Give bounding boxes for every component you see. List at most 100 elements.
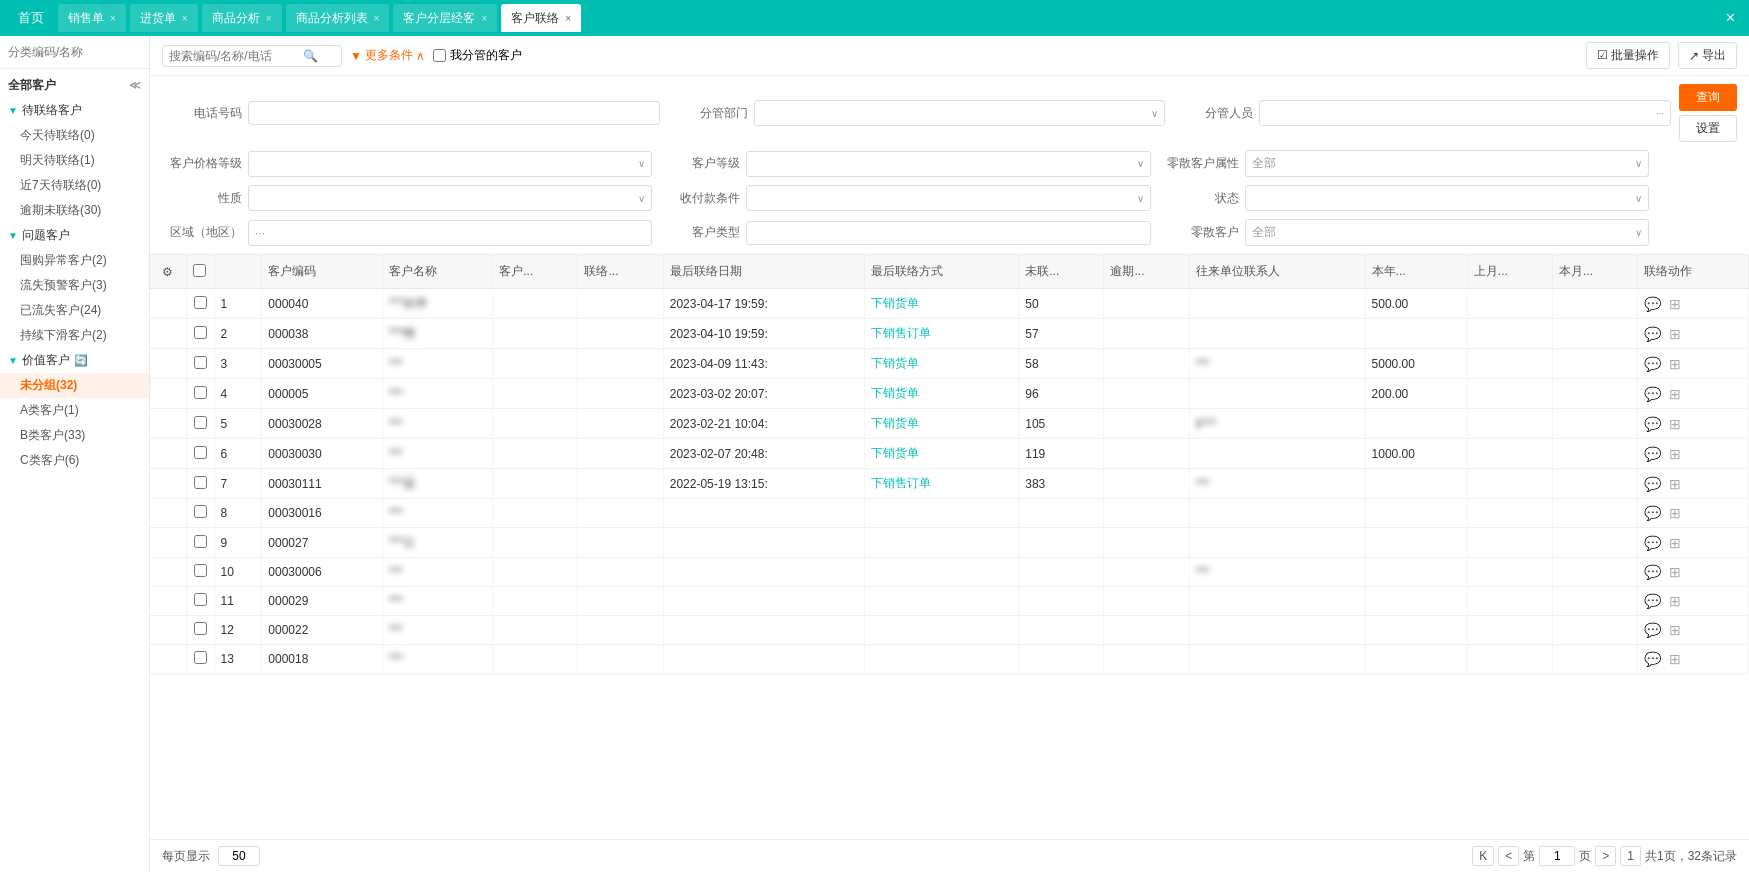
filter-dept-select[interactable]: ∨ — [754, 100, 1166, 126]
current-page-input[interactable] — [1539, 846, 1575, 866]
reset-button[interactable]: 设置 — [1679, 115, 1737, 142]
checkbox-cell[interactable] — [186, 558, 214, 587]
sidebar-item-tomorrow-pending[interactable]: 明天待联络(1) — [0, 148, 149, 173]
row-checkbox[interactable] — [194, 296, 207, 309]
last-contact-type-column-header[interactable]: 最后联络方式 — [865, 255, 1019, 289]
row-checkbox[interactable] — [194, 386, 207, 399]
sidebar-item-abnormal-customers[interactable]: 囤购异常客户(2) — [0, 248, 149, 273]
close-window-button[interactable]: × — [1720, 9, 1741, 27]
code-column-header[interactable]: 客户编码 — [262, 255, 382, 289]
sidebar-group-problem[interactable]: ▼ 问题客户 — [0, 223, 149, 248]
last-contact-type-cell[interactable]: 下销货单 — [865, 289, 1019, 319]
sidebar-item-today-pending[interactable]: 今天待联络(0) — [0, 123, 149, 148]
filter-payment-select[interactable]: ∨ — [746, 185, 1150, 211]
close-sales-tab[interactable]: × — [110, 13, 116, 24]
sidebar-item-declining[interactable]: 持续下滑客户(2) — [0, 323, 149, 348]
first-page-button[interactable]: K — [1472, 846, 1494, 866]
grid-icon[interactable]: ⊞ — [1669, 593, 1681, 609]
last-contact-type-cell[interactable] — [865, 645, 1019, 674]
last-month-column-header[interactable]: 上月... — [1467, 255, 1552, 289]
tab-analysis-list[interactable]: 商品分析列表 × — [286, 4, 390, 32]
last-contact-type-cell[interactable]: 下销货单 — [865, 409, 1019, 439]
grid-icon[interactable]: ⊞ — [1669, 326, 1681, 342]
contact-type-link[interactable]: 下销货单 — [871, 356, 919, 370]
comment-icon[interactable]: 💬 — [1644, 651, 1661, 667]
batch-op-button[interactable]: ☑ 批量操作 — [1586, 42, 1670, 69]
last-page-button[interactable]: 1 — [1620, 846, 1641, 866]
close-customer-contact-tab[interactable]: × — [565, 13, 571, 24]
no-contact-column-header[interactable]: 未联... — [1019, 255, 1104, 289]
last-contact-type-cell[interactable]: 下销售订单 — [865, 469, 1019, 499]
last-contact-type-cell[interactable] — [865, 587, 1019, 616]
sidebar-search-input[interactable] — [8, 45, 150, 59]
per-page-input[interactable] — [218, 846, 260, 866]
this-year-column-header[interactable]: 本年... — [1365, 255, 1467, 289]
contact-type-link[interactable]: 下销售订单 — [871, 326, 931, 340]
contact-type-link[interactable]: 下销货单 — [871, 416, 919, 430]
checkbox-cell[interactable] — [186, 379, 214, 409]
last-contact-type-cell[interactable]: 下销售订单 — [865, 319, 1019, 349]
filter-customer-level-select[interactable]: ∨ — [746, 151, 1150, 177]
unit-contact-column-header[interactable]: 往来单位联系人 — [1189, 255, 1365, 289]
last-contact-type-cell[interactable] — [865, 499, 1019, 528]
sidebar-item-overdue-no-contact[interactable]: 逾期未联络(30) — [0, 198, 149, 223]
contact-type-link[interactable]: 下销售订单 — [871, 476, 931, 490]
tab-customer-segment[interactable]: 客户分层经客 × — [393, 4, 497, 32]
comment-icon[interactable]: 💬 — [1644, 326, 1661, 342]
row-checkbox[interactable] — [194, 356, 207, 369]
overdue-column-header[interactable]: 逾期... — [1104, 255, 1189, 289]
row-checkbox[interactable] — [194, 446, 207, 459]
comment-icon[interactable]: 💬 — [1644, 564, 1661, 580]
comment-icon[interactable]: 💬 — [1644, 593, 1661, 609]
export-button[interactable]: ↗ 导出 — [1678, 42, 1737, 69]
row-checkbox[interactable] — [194, 416, 207, 429]
tab-sales[interactable]: 销售单 × — [58, 4, 126, 32]
row-checkbox[interactable] — [194, 535, 207, 548]
close-analysis-tab[interactable]: × — [266, 13, 272, 24]
filter-manager-select[interactable]: ··· — [1259, 100, 1671, 126]
last-contact-type-cell[interactable]: 下销货单 — [865, 349, 1019, 379]
close-purchase-tab[interactable]: × — [182, 13, 188, 24]
checkbox-cell[interactable] — [186, 319, 214, 349]
last-contact-type-cell[interactable] — [865, 528, 1019, 558]
sidebar-item-class-a[interactable]: A类客户(1) — [0, 398, 149, 423]
sidebar-item-ungroup[interactable]: 未分组(32) — [0, 373, 149, 398]
checkbox-cell[interactable] — [186, 499, 214, 528]
sidebar-group-pending[interactable]: ▼ 待联络客户 — [0, 98, 149, 123]
filter-search-icon[interactable]: 🔍 — [303, 49, 318, 63]
last-contact-type-cell[interactable]: 下销货单 — [865, 439, 1019, 469]
sidebar-item-churned[interactable]: 已流失客户(24) — [0, 298, 149, 323]
sidebar-item-class-c[interactable]: C类客户(6) — [0, 448, 149, 473]
next-page-button[interactable]: > — [1595, 846, 1616, 866]
filter-phone-input[interactable] — [248, 101, 660, 125]
filter-search-box[interactable]: 🔍 — [162, 45, 342, 67]
tab-analysis[interactable]: 商品分析 × — [202, 4, 282, 32]
grid-icon[interactable]: ⊞ — [1669, 476, 1681, 492]
grid-icon[interactable]: ⊞ — [1669, 446, 1681, 462]
checkbox-cell[interactable] — [186, 409, 214, 439]
this-month-column-header[interactable]: 本月... — [1553, 255, 1638, 289]
comment-icon[interactable]: 💬 — [1644, 446, 1661, 462]
filter-customer-type-input[interactable] — [746, 221, 1150, 245]
checkbox-cell[interactable] — [186, 616, 214, 645]
row-checkbox[interactable] — [194, 564, 207, 577]
sidebar-item-churn-warning[interactable]: 流失预警客户(3) — [0, 273, 149, 298]
grid-icon[interactable]: ⊞ — [1669, 535, 1681, 551]
filter-retail-customer-select[interactable]: 全部 ∨ — [1245, 219, 1649, 246]
checkbox-cell[interactable] — [186, 439, 214, 469]
last-contact-type-cell[interactable]: 下销货单 — [865, 379, 1019, 409]
checkbox-cell[interactable] — [186, 645, 214, 674]
comment-icon[interactable]: 💬 — [1644, 622, 1661, 638]
grid-icon[interactable]: ⊞ — [1669, 651, 1681, 667]
tab-purchase[interactable]: 进货单 × — [130, 4, 198, 32]
grid-icon[interactable]: ⊞ — [1669, 564, 1681, 580]
all-customers-header[interactable]: 全部客户 ≪ — [0, 69, 149, 98]
sidebar-item-class-b[interactable]: B类客户(33) — [0, 423, 149, 448]
last-contact-type-cell[interactable] — [865, 616, 1019, 645]
comment-icon[interactable]: 💬 — [1644, 416, 1661, 432]
grid-icon[interactable]: ⊞ — [1669, 416, 1681, 432]
row-checkbox[interactable] — [194, 476, 207, 489]
filter-search-input[interactable] — [169, 49, 299, 63]
checkbox-cell[interactable] — [186, 289, 214, 319]
last-contact-type-cell[interactable] — [865, 558, 1019, 587]
